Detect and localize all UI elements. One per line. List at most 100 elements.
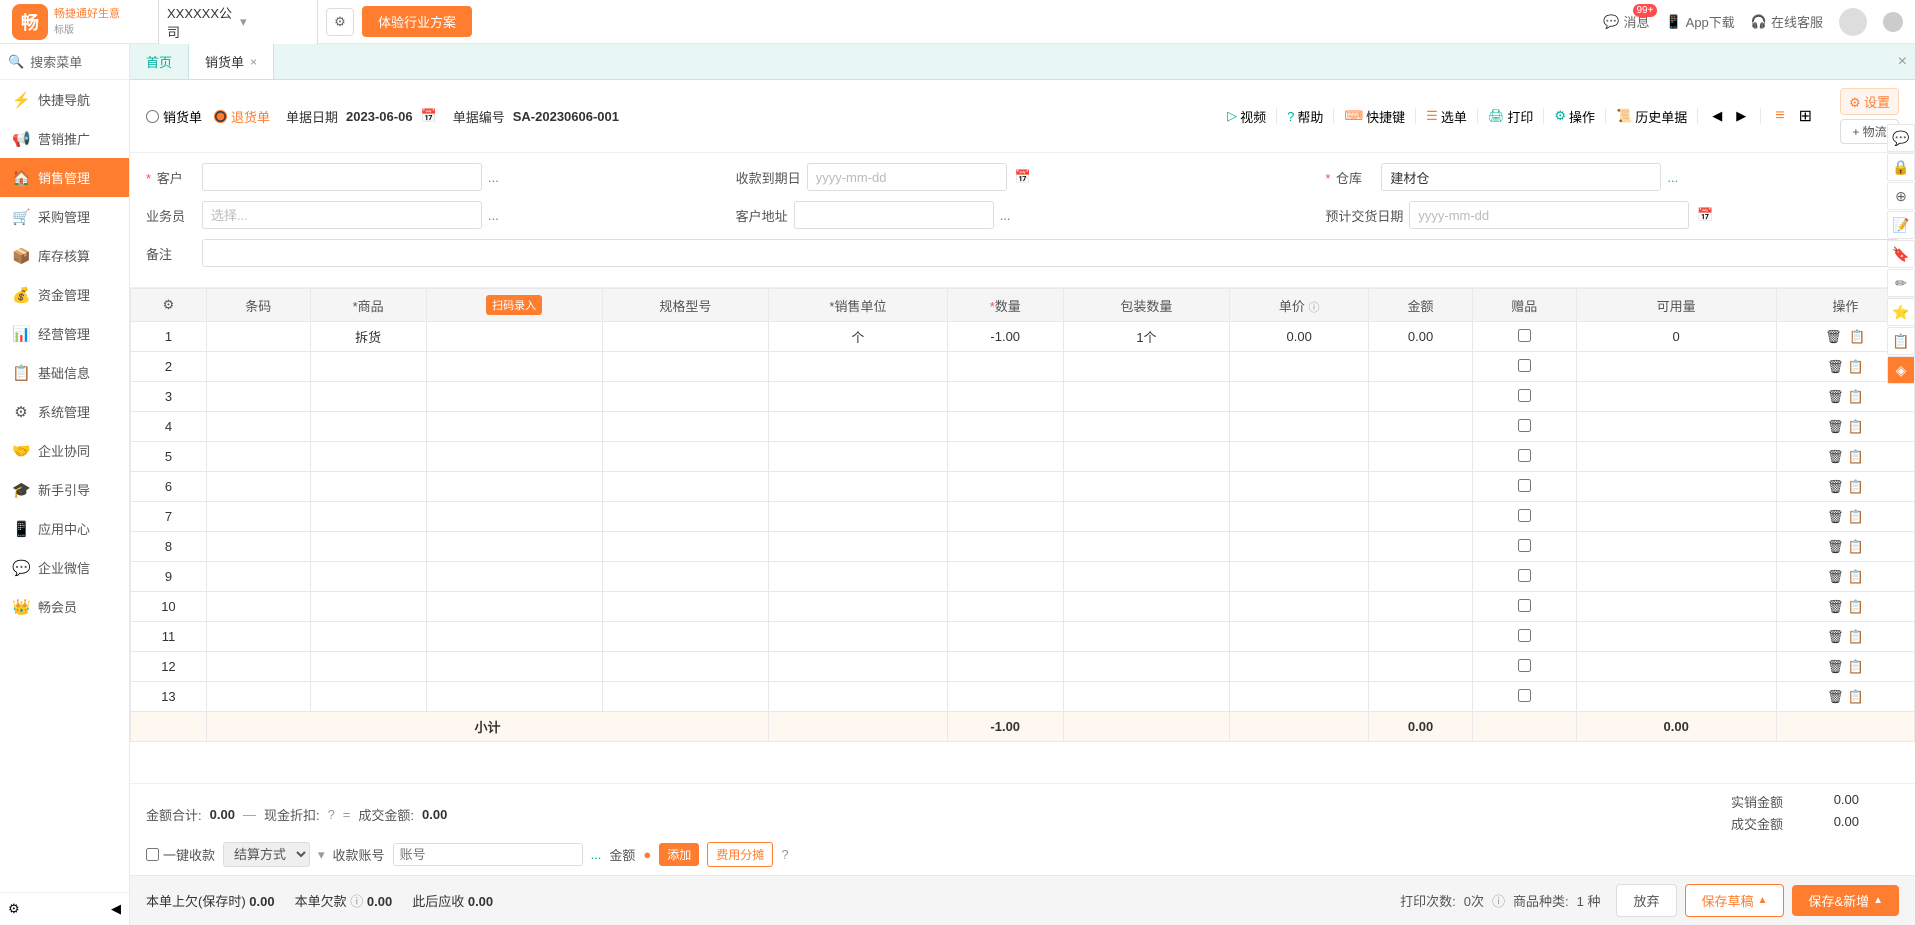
add-icon[interactable]: ●	[643, 847, 651, 862]
rs-add-btn[interactable]: ⊕	[1887, 182, 1915, 210]
sidebar-item-sales[interactable]: 🏠 销售管理	[0, 158, 129, 197]
sidebar-item-guide[interactable]: 🎓 新手引导	[0, 470, 129, 509]
sidebar-item-member[interactable]: 👑 畅会员	[0, 587, 129, 626]
toolbar-print[interactable]: 🖨打印	[1488, 107, 1534, 126]
delete-icon[interactable]: 🗑	[1827, 419, 1844, 434]
sidebar-item-weixin[interactable]: 💬 企业微信	[0, 548, 129, 587]
discount-help-icon[interactable]: ?	[328, 807, 335, 822]
col-settings[interactable]: ⚙	[131, 289, 207, 322]
nav-next-btn[interactable]: ▶	[1732, 108, 1750, 124]
customer-dots[interactable]: ...	[488, 170, 499, 185]
user-menu[interactable]	[1883, 12, 1903, 32]
row-barcode[interactable]	[206, 322, 310, 352]
calc-dropdown-icon[interactable]: ▾	[318, 847, 325, 863]
col-scan[interactable]: 扫码录入	[426, 289, 602, 322]
copy-icon[interactable]: 📋	[1847, 599, 1863, 614]
rs-edit-btn[interactable]: ✏	[1887, 269, 1915, 297]
sidebar-item-basics[interactable]: 📋 基础信息	[0, 353, 129, 392]
fy-btn[interactable]: 费用分摊	[707, 842, 773, 867]
copy-icon[interactable]: 📋	[1847, 449, 1863, 464]
row-spec[interactable]	[602, 322, 768, 352]
warehouse-dots[interactable]: ...	[1667, 170, 1678, 185]
delete-icon[interactable]: 🗑	[1827, 479, 1844, 494]
save-new-btn[interactable]: 保存&新增 ▲	[1792, 885, 1899, 916]
rs-chat-btn[interactable]: 💬	[1887, 124, 1915, 152]
account-input[interactable]	[393, 843, 583, 866]
sidebar-collapse-btn[interactable]: ◀	[111, 901, 121, 917]
copy-icon[interactable]: 📋	[1849, 329, 1865, 344]
sidebar-item-purchase[interactable]: 🛒 采购管理	[0, 197, 129, 236]
warehouse-input[interactable]: 建材仓	[1381, 163, 1661, 191]
sidebar-search[interactable]: 🔍 搜索菜单	[0, 44, 129, 80]
delete-icon[interactable]: 🗑	[1827, 509, 1844, 524]
delete-icon[interactable]: 🗑	[1827, 629, 1844, 644]
rs-note-btn[interactable]: 📝	[1887, 211, 1915, 239]
row-pkg-qty[interactable]: 1个	[1063, 322, 1229, 352]
copy-icon[interactable]: 📋	[1847, 389, 1863, 404]
toolbar-help[interactable]: ?帮助	[1287, 107, 1323, 126]
toolbar-video[interactable]: ▷视频	[1227, 107, 1266, 126]
payment-date-input[interactable]	[807, 163, 1007, 191]
sidebar-footer-settings[interactable]: ⚙	[8, 901, 20, 917]
delete-icon[interactable]: 🗑	[1827, 359, 1844, 374]
trial-btn[interactable]: 体验行业方案	[362, 6, 472, 37]
toolbar-shortcut[interactable]: ⌨快捷键	[1344, 107, 1405, 126]
copy-icon[interactable]: 📋	[1847, 629, 1863, 644]
rs-bookmark-btn[interactable]: 🔖	[1887, 240, 1915, 268]
sidebar-item-ops[interactable]: 📊 经营管理	[0, 314, 129, 353]
copy-icon[interactable]: 📋	[1847, 479, 1863, 494]
message-icon[interactable]: 💬 消息 99+	[1603, 12, 1649, 31]
sidebar-item-marketing[interactable]: 📢 营销推广	[0, 119, 129, 158]
copy-icon[interactable]: 📋	[1847, 539, 1863, 554]
radio-sales[interactable]: 销货单	[146, 107, 202, 126]
nav-prev-btn[interactable]: ◀	[1708, 108, 1726, 124]
copy-icon[interactable]: 📋	[1847, 689, 1863, 704]
app-download[interactable]: 📱 App下载	[1665, 12, 1734, 31]
row-price[interactable]: 0.00	[1230, 322, 1369, 352]
delivery-date-calendar-icon[interactable]: 📅	[1697, 207, 1713, 223]
salesperson-dots[interactable]: ...	[488, 208, 499, 223]
company-select[interactable]: XXXXXX公司 ▾	[158, 0, 318, 46]
toolbar-select[interactable]: ☰选单	[1426, 107, 1467, 126]
view-grid-btn[interactable]: ⊞	[1795, 106, 1816, 126]
online-service[interactable]: 🎧 在线客服	[1751, 12, 1823, 31]
delete-icon[interactable]: 🗑	[1825, 329, 1842, 344]
one-click-pay-label[interactable]: 一键收款	[146, 845, 215, 864]
view-list-btn[interactable]: ≡	[1771, 107, 1788, 125]
sidebar-item-finance[interactable]: 💰 资金管理	[0, 275, 129, 314]
sidebar-item-appstore[interactable]: 📱 应用中心	[0, 509, 129, 548]
row-product[interactable]: 拆货	[310, 322, 426, 352]
customer-input[interactable]	[202, 163, 482, 191]
delete-icon[interactable]: 🗑	[1827, 539, 1844, 554]
row-amount[interactable]: 0.00	[1369, 322, 1473, 352]
toolbar-history[interactable]: 📜历史单据	[1616, 107, 1687, 126]
setting-btn[interactable]: ⚙ 设置	[1840, 88, 1899, 115]
delete-icon[interactable]: 🗑	[1827, 659, 1844, 674]
scan-btn[interactable]: 扫码录入	[486, 295, 542, 315]
customer-addr-input[interactable]	[794, 201, 994, 229]
row-qty[interactable]: -1.00	[947, 322, 1063, 352]
print-help-icon[interactable]: ⓘ	[1492, 891, 1505, 910]
rs-lock-btn[interactable]: 🔒	[1887, 153, 1915, 181]
row-gift[interactable]	[1472, 322, 1576, 352]
one-click-pay-checkbox[interactable]	[146, 848, 159, 861]
payment-date-calendar-icon[interactable]: 📅	[1015, 169, 1031, 185]
row-unit[interactable]: 个	[769, 322, 948, 352]
abandon-btn[interactable]: 放弃	[1616, 884, 1676, 917]
header-settings-btn[interactable]: ⚙	[326, 8, 354, 36]
tab-sales-order[interactable]: 销货单 ×	[189, 44, 274, 79]
salesperson-input[interactable]	[202, 201, 482, 229]
delete-icon[interactable]: 🗑	[1827, 569, 1844, 584]
copy-icon[interactable]: 📋	[1847, 509, 1863, 524]
delete-icon[interactable]: 🗑	[1827, 389, 1844, 404]
delete-icon[interactable]: 🗑	[1827, 689, 1844, 704]
sidebar-item-quick-nav[interactable]: ⚡ 快捷导航	[0, 80, 129, 119]
rs-star-btn[interactable]: ⭐	[1887, 298, 1915, 326]
draft-btn[interactable]: 保存草稿 ▲	[1685, 884, 1785, 917]
add-btn[interactable]: 添加	[659, 843, 699, 866]
notes-input[interactable]	[202, 239, 1899, 267]
copy-icon[interactable]: 📋	[1847, 569, 1863, 584]
rs-orange-btn[interactable]: ◈	[1887, 356, 1915, 384]
delete-icon[interactable]: 🗑	[1827, 449, 1844, 464]
sidebar-item-system[interactable]: ⚙ 系统管理	[0, 392, 129, 431]
